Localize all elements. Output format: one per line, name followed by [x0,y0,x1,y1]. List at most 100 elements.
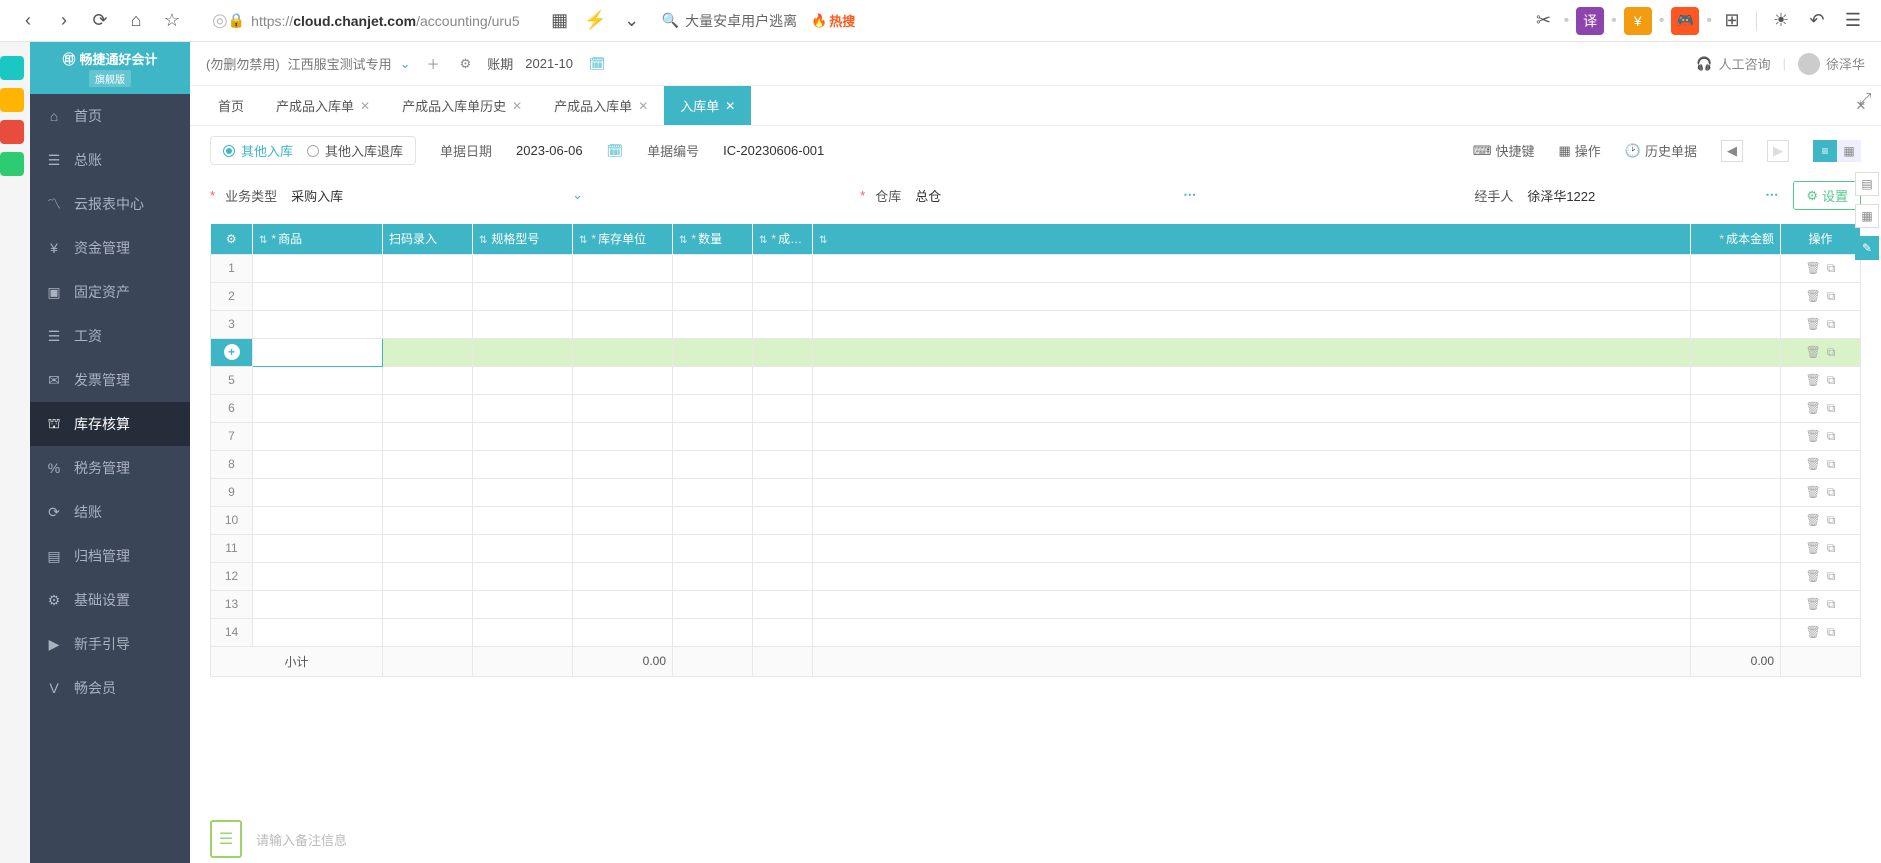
dock-app-2[interactable] [0,88,24,112]
rail-edit-icon[interactable]: ✎ [1855,236,1879,260]
product-cell[interactable] [253,282,383,310]
company-dropdown-icon[interactable]: ⌄ [400,56,411,72]
row-copy-icon[interactable]: ⧉ [1824,541,1839,555]
table-row[interactable]: 6🗑⧉ [211,394,1861,422]
row-copy-icon[interactable]: ⧉ [1824,373,1839,387]
tab-1[interactable]: 产成品入库单✕ [260,86,386,125]
product-cell[interactable] [253,506,383,534]
sidebar-item-10[interactable]: ▤归档管理 [30,534,190,578]
row-delete-icon[interactable]: 🗑 [1803,317,1824,331]
tab-close-icon[interactable]: ✕ [512,99,522,113]
user-menu[interactable]: 徐泽华 [1798,53,1865,75]
tab-close-icon[interactable]: ✕ [360,99,370,113]
product-cell[interactable] [253,534,383,562]
row-delete-icon[interactable]: 🗑 [1803,401,1824,415]
table-row[interactable]: 2🗑⧉ [211,282,1861,310]
sidebar-item-11[interactable]: ⚙基础设置 [30,578,190,622]
support-link[interactable]: 🎧 人工咨询 [1696,54,1770,73]
row-copy-icon[interactable]: ⧉ [1824,597,1839,611]
rail-doc-icon[interactable]: ▤ [1855,172,1879,196]
nav-fwd-icon[interactable]: › [48,5,80,37]
product-cell[interactable] [253,562,383,590]
table-row[interactable]: 13🗑⧉ [211,590,1861,618]
row-delete-icon[interactable]: 🗑 [1803,513,1824,527]
product-cell[interactable] [253,254,383,282]
date-picker-icon[interactable]: 🗓 [607,143,624,159]
product-cell[interactable] [253,590,383,618]
operate-link[interactable]: ▦ 操作 [1558,141,1600,160]
tab-4[interactable]: 入库单✕ [664,86,751,125]
hot-search-tag[interactable]: 🔥热搜 [811,11,855,30]
sidebar-item-5[interactable]: ☰工资 [30,314,190,358]
dock-app-3[interactable] [0,120,24,144]
bill-date-value[interactable]: 2023-06-06 [516,143,583,158]
table-row[interactable]: 8🗑⧉ [211,450,1861,478]
row-copy-icon[interactable]: ⧉ [1824,289,1839,303]
dock-app-1[interactable] [0,56,24,80]
sidebar-item-0[interactable]: ⌂首页 [30,94,190,138]
undo-dropdown-icon[interactable]: ↶ [1801,5,1833,37]
speed-icon[interactable]: ⚡ [580,5,612,37]
sidebar-item-9[interactable]: ⟳结账 [30,490,190,534]
calendar-icon[interactable]: 🗓 [585,56,610,72]
translate-ext-icon[interactable]: 译 [1576,7,1604,35]
table-row[interactable]: 5🗑⧉ [211,366,1861,394]
settings-button[interactable]: ⚙设置 [1793,181,1861,210]
row-copy-icon[interactable]: ⧉ [1824,429,1839,443]
row-copy-icon[interactable]: ⧉ [1824,317,1839,331]
product-cell[interactable] [253,478,383,506]
table-row[interactable]: 3🗑⧉ [211,310,1861,338]
app-logo[interactable]: ㊞畅捷通好会计 旗舰版 [30,42,190,94]
add-icon[interactable]: ＋ [423,54,444,73]
row-copy-icon[interactable]: ⧉ [1824,625,1839,639]
row-delete-icon[interactable]: 🗑 [1803,345,1824,359]
row-delete-icon[interactable]: 🗑 [1803,373,1824,387]
tab-2[interactable]: 产成品入库单历史✕ [386,86,538,125]
home-icon[interactable]: ⌂ [120,5,152,37]
row-delete-icon[interactable]: 🗑 [1803,597,1824,611]
table-row[interactable]: 10🗑⧉ [211,506,1861,534]
table-row[interactable]: 9🗑⧉ [211,478,1861,506]
next-bill-icon[interactable]: ▶ [1767,140,1789,162]
search-box[interactable]: 🔍 大量安卓用户逃离 [652,7,807,35]
add-row-icon[interactable]: + [224,344,240,360]
product-cell[interactable] [253,422,383,450]
shortcut-link[interactable]: ⌨ 快捷键 [1473,141,1535,160]
url-bar[interactable]: ◎ 🔒 https://cloud.chanjet.com/accounting… [200,1,532,41]
col-scan[interactable]: 扫码录入 [383,224,473,254]
theme-icon[interactable]: ☀ [1765,5,1797,37]
col-qty[interactable]: ⇅*数量 [673,224,753,254]
table-row[interactable]: 12🗑⧉ [211,562,1861,590]
sidebar-item-7[interactable]: ⛫库存核算 [30,402,190,446]
product-cell-input[interactable] [253,338,383,366]
notes-icon[interactable]: ☰ [210,820,242,858]
product-cell[interactable] [253,450,383,478]
game-ext-icon[interactable]: 🎮 [1671,7,1699,35]
row-delete-icon[interactable]: 🗑 [1803,485,1824,499]
table-row[interactable]: +🗑⧉ [211,338,1861,366]
rail-grid-icon[interactable]: ▦ [1855,204,1879,228]
row-delete-icon[interactable]: 🗑 [1803,261,1824,275]
expand-icon[interactable]: ⤢ [1853,88,1877,112]
dock-app-4[interactable] [0,152,24,176]
view-list-icon[interactable]: ≡ [1813,140,1837,162]
col-spec[interactable]: ⇅规格型号 [473,224,573,254]
row-delete-icon[interactable]: 🗑 [1803,625,1824,639]
site-info-icon[interactable]: ◎ [212,5,228,37]
col-unit[interactable]: ⇅*库存单位 [573,224,673,254]
col-gear[interactable]: ⚙ [211,224,253,254]
product-cell[interactable] [253,618,383,646]
row-delete-icon[interactable]: 🗑 [1803,541,1824,555]
product-cell[interactable] [253,394,383,422]
nav-back-icon[interactable]: ‹ [12,5,44,37]
sidebar-item-4[interactable]: ▣固定资产 [30,270,190,314]
sidebar-item-6[interactable]: ✉发票管理 [30,358,190,402]
sidebar-item-2[interactable]: 〽云报表中心 [30,182,190,226]
table-row[interactable]: 7🗑⧉ [211,422,1861,450]
tab-0[interactable]: 首页 [202,86,260,125]
sidebar-item-12[interactable]: ▶新手引导 [30,622,190,666]
col-cost-amount[interactable]: *成本金额 [1691,224,1781,254]
favorite-icon[interactable]: ☆ [156,5,188,37]
row-delete-icon[interactable]: 🗑 [1803,457,1824,471]
tab-close-icon[interactable]: ✕ [638,99,648,113]
